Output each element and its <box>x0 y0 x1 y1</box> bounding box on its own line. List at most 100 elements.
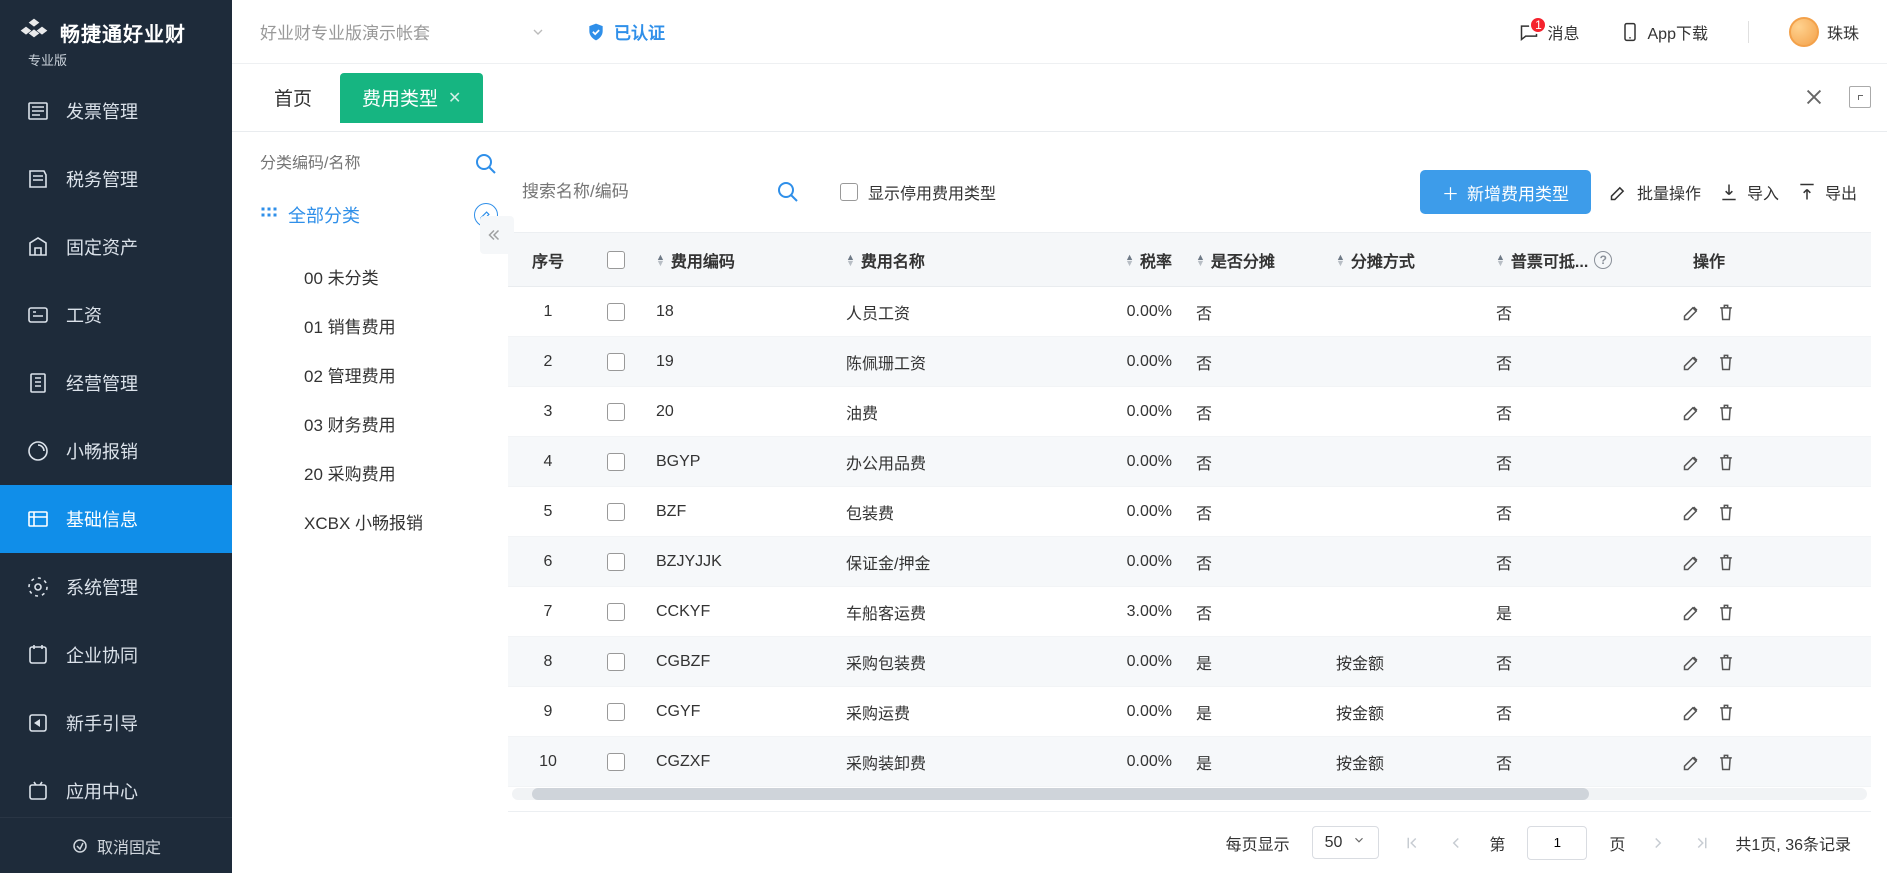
cell-code: CCKYF <box>644 603 834 621</box>
batch-ops-button[interactable]: 批量操作 <box>1609 180 1701 204</box>
cell-checkbox[interactable] <box>588 303 644 321</box>
col-deductible[interactable]: ▲▼ 普票可抵... ? <box>1484 248 1654 272</box>
edit-row-button[interactable] <box>1682 452 1702 472</box>
cell-name: 采购包装费 <box>834 650 1084 674</box>
sidebar-item[interactable]: 应用中心 <box>0 757 232 817</box>
help-icon[interactable]: ? <box>1594 251 1612 269</box>
last-page-button[interactable] <box>1691 832 1713 854</box>
batch-label: 批量操作 <box>1637 180 1701 204</box>
col-ops: 操作 <box>1654 248 1764 272</box>
cell-checkbox[interactable] <box>588 503 644 521</box>
delete-row-button[interactable] <box>1716 302 1736 322</box>
tab[interactable]: 首页 <box>252 73 334 123</box>
col-rate[interactable]: ▲▼ 税率 <box>1084 248 1184 272</box>
col-name[interactable]: ▲▼ 费用名称 <box>834 248 1084 272</box>
next-page-button[interactable] <box>1647 832 1669 854</box>
col-allocatable[interactable]: ▲▼ 是否分摊 <box>1184 248 1324 272</box>
cell-checkbox[interactable] <box>588 603 644 621</box>
category-item[interactable]: 01 销售费用 <box>304 301 498 350</box>
unpin-button[interactable]: 取消固定 <box>0 817 232 873</box>
per-page-select[interactable]: 50 <box>1312 826 1380 859</box>
sidebar-item[interactable]: 基础信息 <box>0 485 232 553</box>
show-disabled-checkbox[interactable]: 显示停用费用类型 <box>840 180 996 204</box>
first-page-button[interactable] <box>1401 832 1423 854</box>
delete-row-button[interactable] <box>1716 602 1736 622</box>
delete-row-button[interactable] <box>1716 752 1736 772</box>
cell-allocatable: 否 <box>1184 350 1324 374</box>
category-item[interactable]: 02 管理费用 <box>304 350 498 399</box>
cell-checkbox[interactable] <box>588 403 644 421</box>
page-input[interactable] <box>1527 826 1587 860</box>
messages-button[interactable]: 1 消息 <box>1519 20 1579 44</box>
category-item[interactable]: 20 采购费用 <box>304 448 498 497</box>
col-checkbox[interactable] <box>588 251 644 269</box>
avatar <box>1789 17 1819 47</box>
add-expense-type-button[interactable]: ＋ 新增费用类型 <box>1420 170 1591 214</box>
table-search-input[interactable] <box>522 182 762 203</box>
sidebar-item[interactable]: 固定资产 <box>0 213 232 281</box>
sidebar-item[interactable]: 新手引导 <box>0 689 232 757</box>
cell-checkbox[interactable] <box>588 703 644 721</box>
edit-row-button[interactable] <box>1682 302 1702 322</box>
account-set-select[interactable]: 好业财专业版演示帐套 <box>260 19 546 44</box>
delete-row-button[interactable] <box>1716 552 1736 572</box>
horizontal-scrollbar[interactable] <box>508 787 1871 801</box>
table-row: 219陈佩珊工资0.00%否否 <box>508 337 1871 387</box>
app-download-button[interactable]: App下载 <box>1620 20 1708 44</box>
delete-row-button[interactable] <box>1716 352 1736 372</box>
col-index[interactable]: 序号 <box>508 248 588 272</box>
search-icon[interactable] <box>474 152 498 176</box>
delete-row-button[interactable] <box>1716 452 1736 472</box>
cell-checkbox[interactable] <box>588 353 644 371</box>
cell-checkbox[interactable] <box>588 753 644 771</box>
edit-row-button[interactable] <box>1682 702 1702 722</box>
unpin-label: 取消固定 <box>97 834 161 858</box>
sidebar-item[interactable]: 小畅报销 <box>0 417 232 485</box>
sidebar-item-label: 系统管理 <box>66 574 138 600</box>
sidebar-item[interactable]: 工资 <box>0 281 232 349</box>
close-all-tabs[interactable] <box>1803 86 1825 114</box>
import-button[interactable]: 导入 <box>1719 180 1779 204</box>
prev-page-button[interactable] <box>1445 832 1467 854</box>
delete-row-button[interactable] <box>1716 702 1736 722</box>
edit-row-button[interactable] <box>1682 552 1702 572</box>
sidebar-item[interactable]: 经营管理 <box>0 349 232 417</box>
sidebar-item[interactable]: 发票管理 <box>0 77 232 145</box>
col-code[interactable]: ▲▼ 费用编码 <box>644 248 834 272</box>
edit-row-button[interactable] <box>1682 752 1702 772</box>
cell-checkbox[interactable] <box>588 553 644 571</box>
cell-deductible: 否 <box>1484 300 1654 324</box>
user-menu[interactable]: 珠珠 <box>1789 17 1859 47</box>
cell-rate: 0.00% <box>1084 653 1184 671</box>
delete-row-button[interactable] <box>1716 402 1736 422</box>
edit-row-button[interactable] <box>1682 352 1702 372</box>
export-button[interactable]: 导出 <box>1797 180 1857 204</box>
category-search-input[interactable] <box>260 155 467 173</box>
edit-row-button[interactable] <box>1682 602 1702 622</box>
category-root[interactable]: 全部分类 <box>260 190 498 240</box>
category-item[interactable]: 00 未分类 <box>304 252 498 301</box>
close-icon[interactable]: ✕ <box>448 88 461 108</box>
sort-icon: ▲▼ <box>1125 254 1134 266</box>
collapse-category-panel[interactable] <box>480 216 514 254</box>
category-item[interactable]: 03 财务费用 <box>304 399 498 448</box>
sidebar-item[interactable]: 税务管理 <box>0 145 232 213</box>
delete-row-button[interactable] <box>1716 502 1736 522</box>
edit-row-button[interactable] <box>1682 502 1702 522</box>
col-method[interactable]: ▲▼ 分摊方式 <box>1324 248 1484 272</box>
sidebar-item[interactable]: 企业协同 <box>0 621 232 689</box>
search-icon[interactable] <box>776 180 800 204</box>
cell-checkbox[interactable] <box>588 453 644 471</box>
sidebar-item[interactable]: 系统管理 <box>0 553 232 621</box>
edit-row-button[interactable] <box>1682 652 1702 672</box>
app-download-label: App下载 <box>1648 20 1708 44</box>
category-item[interactable]: XCBX 小畅报销 <box>304 497 498 546</box>
tab[interactable]: 费用类型✕ <box>340 73 483 123</box>
fullscreen-button[interactable] <box>1849 86 1871 108</box>
cell-method: 按金额 <box>1324 700 1484 724</box>
delete-row-button[interactable] <box>1716 652 1736 672</box>
edit-row-button[interactable] <box>1682 402 1702 422</box>
toolbar: 显示停用费用类型 ＋ 新增费用类型 批量操作 导入 <box>508 170 1871 232</box>
sort-icon: ▲▼ <box>846 254 855 266</box>
cell-checkbox[interactable] <box>588 653 644 671</box>
